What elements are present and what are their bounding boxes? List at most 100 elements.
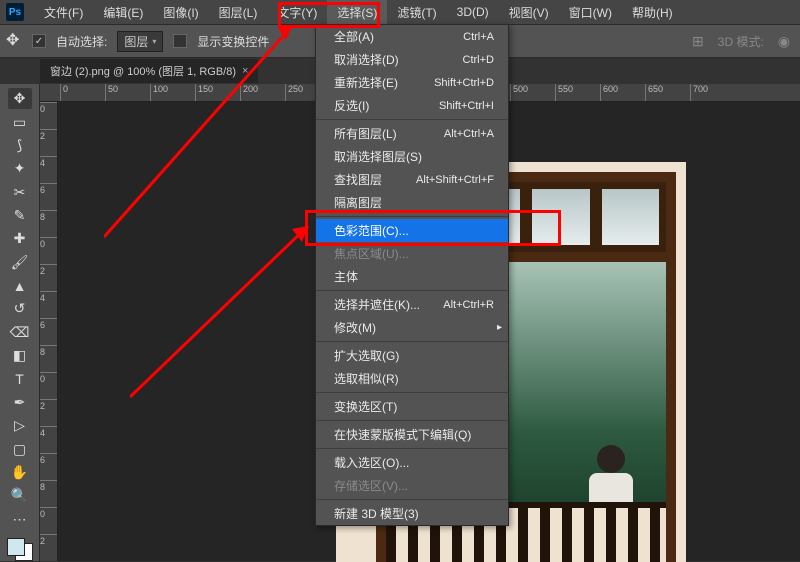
document-tab[interactable]: 窗边 (2).png @ 100% (图层 1, RGB/8) × [40, 59, 258, 83]
auto-select-checkbox[interactable]: ✓ [32, 34, 46, 48]
menu-item-shortcut: Shift+Ctrl+I [439, 100, 494, 112]
menu-view[interactable]: 视图(V) [499, 0, 559, 24]
type-tool[interactable]: T [8, 368, 32, 389]
menu-item[interactable]: 全部(A) Ctrl+A [316, 25, 508, 48]
menu-select[interactable]: 选择(S) [327, 0, 387, 24]
show-transform-checkbox[interactable] [173, 34, 187, 48]
tools-panel: ✥ ▭ ⟆ ✦ ✂ ✎ ✚ 🖌 ▲ ↺ ⌫ ◧ T ✒ ▷ ▢ ✋ 🔍 ⋯ [0, 84, 40, 561]
auto-select-target[interactable]: 图层 ▾ [117, 31, 163, 52]
ruler-tick: 200 [240, 84, 258, 101]
menu-separator [316, 216, 508, 217]
menu-window[interactable]: 窗口(W) [559, 0, 622, 24]
menu-item-label: 所有图层(L) [334, 125, 397, 142]
foreground-color[interactable] [7, 538, 25, 556]
menu-item[interactable]: 选取相似(R) [316, 367, 508, 390]
menu-item-label: 全部(A) [334, 28, 374, 45]
healing-tool[interactable]: ✚ [8, 228, 32, 249]
menu-item[interactable]: 色彩范围(C)... [316, 219, 508, 242]
pen-tool[interactable]: ✒ [8, 392, 32, 413]
stamp-tool[interactable]: ▲ [8, 275, 32, 296]
ruler-tick: 8 [40, 480, 57, 492]
menu-item[interactable]: 修改(M) [316, 316, 508, 339]
menu-item-label: 载入选区(O)... [334, 454, 409, 471]
menu-item[interactable]: 查找图层Alt+Shift+Ctrl+F [316, 168, 508, 191]
menu-separator [316, 290, 508, 291]
menu-item[interactable]: 取消选择图层(S) [316, 145, 508, 168]
ruler-tick: 2 [40, 399, 57, 411]
rectangle-tool[interactable]: ▢ [8, 438, 32, 459]
marquee-tool[interactable]: ▭ [8, 111, 32, 132]
crop-tool[interactable]: ✂ [8, 181, 32, 202]
ruler-tick: 6 [40, 318, 57, 330]
menu-item-label: 存储选区(V)... [334, 477, 408, 494]
ruler-tick: 150 [195, 84, 213, 101]
zoom-tool[interactable]: 🔍 [8, 485, 32, 506]
mode3d-icon[interactable]: ◉ [778, 33, 790, 50]
close-tab-icon[interactable]: × [242, 65, 248, 77]
ruler-tick: 6 [40, 453, 57, 465]
menu-separator [316, 448, 508, 449]
menu-filter[interactable]: 滤镜(T) [387, 0, 446, 24]
ruler-tick: 0 [40, 237, 57, 249]
align-icon[interactable]: ⊞ [692, 33, 704, 50]
document-tab-title: 窗边 (2).png @ 100% (图层 1, RGB/8) [50, 63, 236, 79]
ruler-tick: 4 [40, 291, 57, 303]
eyedropper-tool[interactable]: ✎ [8, 205, 32, 226]
menu-edit[interactable]: 编辑(E) [93, 0, 153, 24]
brush-tool[interactable]: 🖌 [8, 252, 32, 273]
menu-item-label: 查找图层 [334, 171, 382, 188]
ruler-tick: 100 [150, 84, 168, 101]
menu-item-shortcut: Ctrl+A [463, 31, 494, 43]
magic-wand-tool[interactable]: ✦ [8, 158, 32, 179]
ruler-tick: 250 [285, 84, 303, 101]
menu-item-shortcut: Ctrl+D [463, 54, 494, 66]
ruler-tick: 2 [40, 264, 57, 276]
ruler-tick: 650 [645, 84, 663, 101]
menu-separator [316, 499, 508, 500]
path-select-tool[interactable]: ▷ [8, 415, 32, 436]
menu-item[interactable]: 载入选区(O)... [316, 451, 508, 474]
hand-tool[interactable]: ✋ [8, 462, 32, 483]
menu-3d[interactable]: 3D(D) [447, 0, 499, 24]
menu-item[interactable]: 选择并遮住(K)...Alt+Ctrl+R [316, 293, 508, 316]
color-swatches[interactable] [7, 538, 33, 561]
history-brush-tool[interactable]: ↺ [8, 298, 32, 319]
eraser-tool[interactable]: ⌫ [8, 322, 32, 343]
menu-help[interactable]: 帮助(H) [622, 0, 683, 24]
show-transform-label: 显示变换控件 [197, 33, 269, 50]
menu-item-label: 选取相似(R) [334, 370, 399, 387]
ruler-tick: 4 [40, 426, 57, 438]
menu-item[interactable]: 重新选择(E)Shift+Ctrl+D [316, 71, 508, 94]
menu-item[interactable]: 在快速蒙版模式下编辑(Q) [316, 423, 508, 446]
menu-item[interactable]: 反选(I) Shift+Ctrl+I [316, 94, 508, 117]
menu-item-label: 色彩范围(C)... [334, 222, 409, 239]
menu-item[interactable]: 所有图层(L)Alt+Ctrl+A [316, 122, 508, 145]
menu-bar: Ps 文件(F) 编辑(E) 图像(I) 图层(L) 文字(Y) 选择(S) 滤… [0, 0, 800, 24]
menu-item: 存储选区(V)... [316, 474, 508, 497]
menu-item-label: 取消选择(D) [334, 51, 399, 68]
menu-file[interactable]: 文件(F) [34, 0, 93, 24]
move-tool[interactable]: ✥ [8, 88, 32, 109]
menu-item[interactable]: 主体 [316, 265, 508, 288]
move-tool-icon [6, 33, 22, 49]
menu-image[interactable]: 图像(I) [153, 0, 208, 24]
menu-item[interactable]: 变换选区(T) [316, 395, 508, 418]
menu-item-label: 取消选择图层(S) [334, 148, 422, 165]
menu-separator [316, 420, 508, 421]
gradient-tool[interactable]: ◧ [8, 345, 32, 366]
menu-item[interactable]: 扩大选取(G) [316, 344, 508, 367]
ruler-vertical[interactable]: 02468024680246802 [40, 102, 58, 561]
menu-item[interactable]: 隔离图层 [316, 191, 508, 214]
menu-type[interactable]: 文字(Y) [267, 0, 327, 24]
menu-item-label: 反选(I) [334, 97, 369, 114]
menu-item-label: 新建 3D 模型(3) [334, 505, 419, 522]
ruler-tick: 0 [60, 84, 68, 101]
lasso-tool[interactable]: ⟆ [8, 135, 32, 156]
edit-toolbar[interactable]: ⋯ [8, 508, 32, 529]
menu-item[interactable]: 新建 3D 模型(3) [316, 502, 508, 525]
ruler-tick: 550 [555, 84, 573, 101]
menu-item[interactable]: 取消选择(D) Ctrl+D [316, 48, 508, 71]
menu-layer[interactable]: 图层(L) [209, 0, 268, 24]
ruler-tick: 6 [40, 183, 57, 195]
auto-select-label: 自动选择: [56, 33, 107, 50]
